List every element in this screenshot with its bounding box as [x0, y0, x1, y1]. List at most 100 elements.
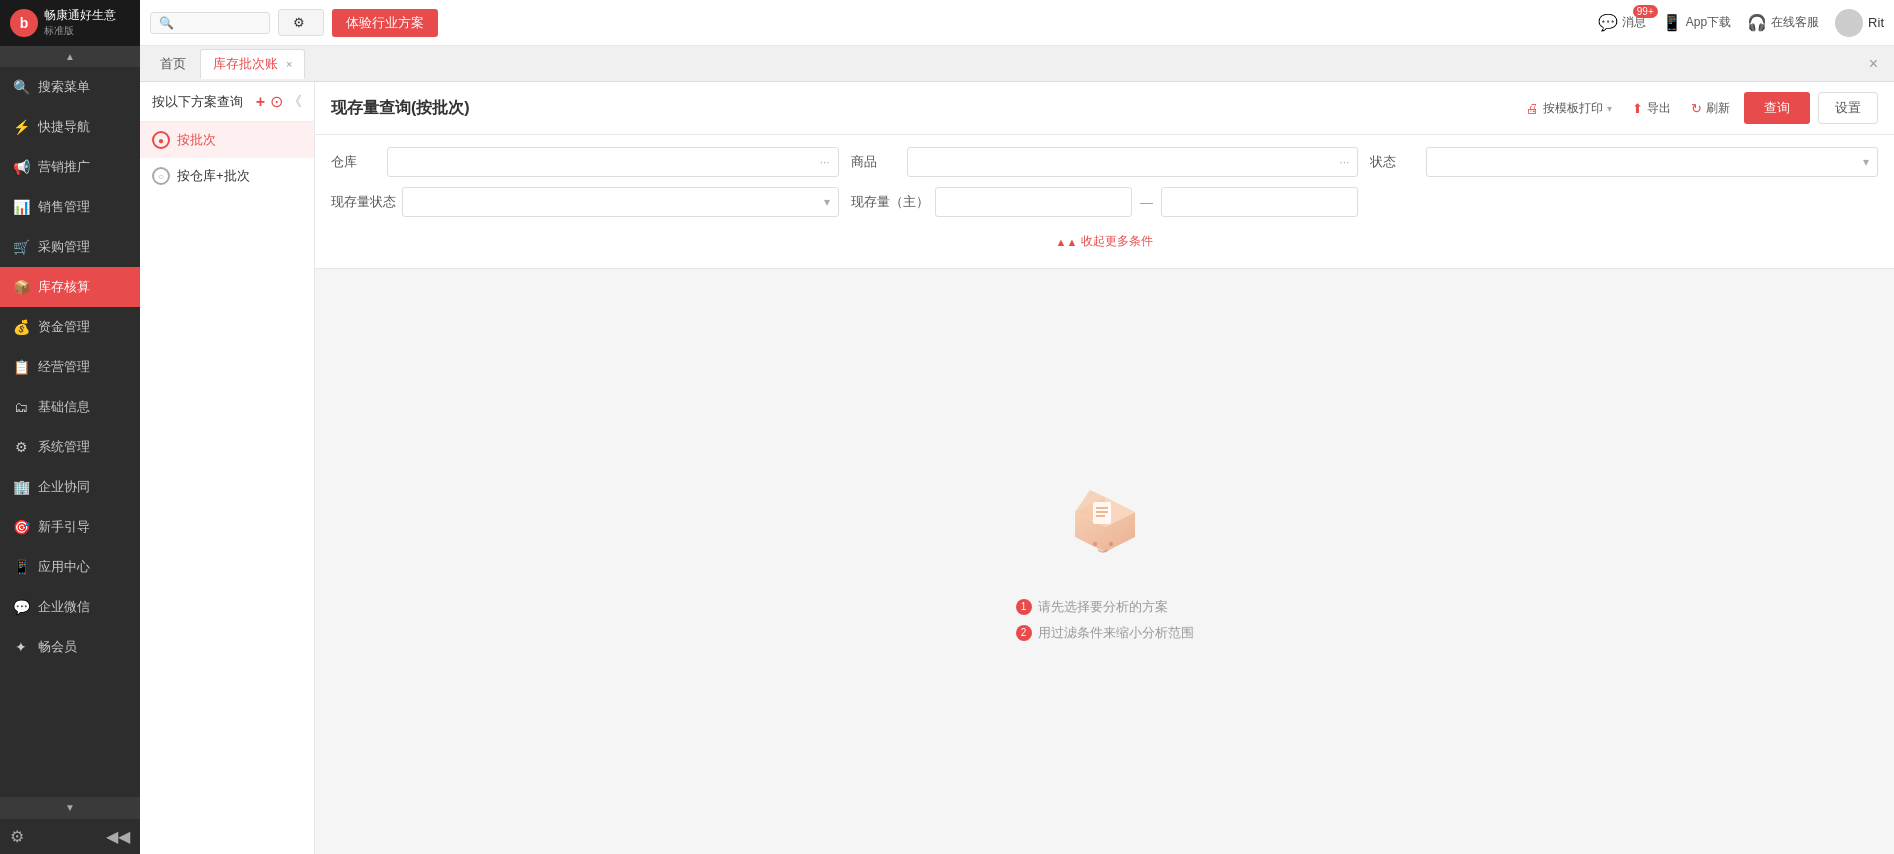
- user-avatar: [1835, 9, 1863, 37]
- filter-warehouse: 仓库 ···: [331, 147, 839, 177]
- empty-state: 1 请先选择要分析的方案 2 用过滤条件来缩小分析范围: [315, 269, 1894, 854]
- sidebar: b 畅康通好生意 标准版 ▲ 🔍 搜索菜单 ⚡ 快捷导航 📢 营销推广 📊 销售…: [0, 0, 140, 854]
- left-panel: 按以下方案查询 + ⊙ 《 ● 按批次 ○ 按仓库+批次: [140, 82, 315, 854]
- tip-num-2: 2: [1016, 625, 1032, 641]
- online-service-btn[interactable]: 🎧 在线客服: [1747, 13, 1819, 32]
- sidebar-scroll-up[interactable]: ▲: [0, 46, 140, 67]
- sidebar-item-purchase[interactable]: 🛒 采购管理: [0, 227, 140, 267]
- inventory-status-select[interactable]: ▾: [402, 187, 839, 217]
- filter-row-2: 现存量状态 ▾ 现存量（主） —: [331, 187, 1878, 217]
- sidebar-item-label: 经营管理: [38, 358, 90, 376]
- sidebar-item-search[interactable]: 🔍 搜索菜单: [0, 67, 140, 107]
- settings-button[interactable]: 设置: [1818, 92, 1878, 124]
- plan-item-by-batch[interactable]: ● 按批次: [140, 122, 314, 158]
- sidebar-item-inventory[interactable]: 📦 库存核算: [0, 267, 140, 307]
- system-icon: ⚙: [12, 438, 30, 456]
- sidebar-item-label: 采购管理: [38, 238, 90, 256]
- plan-item-by-warehouse-batch[interactable]: ○ 按仓库+批次: [140, 158, 314, 194]
- sidebar-item-member[interactable]: ✦ 畅会员: [0, 627, 140, 667]
- plan-label: 按批次: [177, 131, 216, 149]
- settings-footer-icon[interactable]: ⚙: [10, 827, 24, 846]
- quicknav-icon: ⚡: [12, 118, 30, 136]
- status-select[interactable]: ▾: [1426, 147, 1878, 177]
- right-main: 现存量查询(按批次) 🖨 按模板打印 ▾ ⬆ 导出 ↻ 刷新: [315, 82, 1894, 854]
- tab-home[interactable]: 首页: [148, 49, 198, 79]
- export-icon: ⬆: [1632, 101, 1643, 116]
- tabs-bar: 首页 库存批次账 × ×: [140, 46, 1894, 82]
- left-panel-actions: + ⊙ 《: [256, 92, 302, 111]
- warehouse-input[interactable]: ···: [387, 147, 839, 177]
- plan-settings-btn[interactable]: ⊙: [270, 92, 283, 111]
- app-download-label: App下载: [1686, 14, 1731, 31]
- export-btn[interactable]: ⬆ 导出: [1626, 97, 1677, 120]
- headset-icon: 🎧: [1747, 13, 1767, 32]
- sidebar-item-quicknav[interactable]: ⚡ 快捷导航: [0, 107, 140, 147]
- main-area: 🔍 ⚙ 体验行业方案 💬 消息 99+ 📱 App下载 🎧 在线客服: [140, 0, 1894, 854]
- product-label: 商品: [851, 153, 901, 171]
- sidebar-item-label: 快捷导航: [38, 118, 90, 136]
- sidebar-item-enterprise[interactable]: 🏢 企业协同: [0, 467, 140, 507]
- sidebar-scroll-down[interactable]: ▼: [0, 797, 140, 818]
- appcenter-icon: 📱: [12, 558, 30, 576]
- app-download-btn[interactable]: 📱 App下载: [1662, 13, 1731, 32]
- qty-range-from[interactable]: [935, 187, 1132, 217]
- topbar-left: 🔍 ⚙ 体验行业方案: [150, 9, 1590, 37]
- sidebar-item-wechat[interactable]: 💬 企业微信: [0, 587, 140, 627]
- collapse-sidebar-icon[interactable]: ◀◀: [106, 827, 130, 846]
- inventory-icon: 📦: [12, 278, 30, 296]
- filter-inventory-qty: 现存量（主） —: [851, 187, 1359, 217]
- tab-inventory-batch[interactable]: 库存批次账 ×: [200, 49, 305, 79]
- online-service-label: 在线客服: [1771, 14, 1819, 31]
- sidebar-item-marketing[interactable]: 📢 营销推广: [0, 147, 140, 187]
- svg-point-8: [1109, 542, 1113, 546]
- tip-text-2: 用过滤条件来缩小分析范围: [1038, 624, 1194, 642]
- print-btn[interactable]: 🖨 按模板打印 ▾: [1520, 97, 1618, 120]
- experience-btn[interactable]: 体验行业方案: [332, 9, 438, 37]
- qty-range-to[interactable]: [1161, 187, 1358, 217]
- marketing-icon: 📢: [12, 158, 30, 176]
- sidebar-item-sales[interactable]: 📊 销售管理: [0, 187, 140, 227]
- enterprise-icon: 🏢: [12, 478, 30, 496]
- topbar-settings-btn[interactable]: ⚙: [278, 9, 324, 36]
- purchase-icon: 🛒: [12, 238, 30, 256]
- gear-icon: ⚙: [293, 15, 305, 30]
- left-panel-header: 按以下方案查询 + ⊙ 《: [140, 82, 314, 122]
- print-dropdown-icon[interactable]: ▾: [1607, 103, 1612, 114]
- sidebar-item-newguide[interactable]: 🎯 新手引导: [0, 507, 140, 547]
- product-input[interactable]: ···: [907, 147, 1359, 177]
- newguide-icon: 🎯: [12, 518, 30, 536]
- message-icon: 💬: [1598, 13, 1618, 32]
- logo-char: b: [20, 15, 29, 31]
- app-subtitle: 标准版: [44, 24, 116, 38]
- collapse-panel-btn[interactable]: 《: [288, 93, 302, 111]
- plan-radio-active: ●: [152, 131, 170, 149]
- finance-icon: 💰: [12, 318, 30, 336]
- sidebar-item-system[interactable]: ⚙ 系统管理: [0, 427, 140, 467]
- user-profile-btn[interactable]: Rit: [1835, 9, 1884, 37]
- collapse-more-btn[interactable]: ▲▲ 收起更多条件: [331, 227, 1878, 256]
- user-name: Rit: [1868, 15, 1884, 30]
- query-button[interactable]: 查询: [1744, 92, 1810, 124]
- topbar-search-input[interactable]: [178, 16, 258, 30]
- messages-badge: 99+: [1633, 5, 1658, 18]
- refresh-btn[interactable]: ↻ 刷新: [1685, 97, 1736, 120]
- tab-close-btn[interactable]: ×: [286, 58, 292, 70]
- sidebar-item-finance[interactable]: 💰 资金管理: [0, 307, 140, 347]
- topbar-search-box[interactable]: 🔍: [150, 12, 270, 34]
- tab-panel-close-btn[interactable]: ×: [1861, 55, 1886, 73]
- member-icon: ✦: [12, 638, 30, 656]
- sidebar-item-label: 销售管理: [38, 198, 90, 216]
- sidebar-item-basic[interactable]: 🗂 基础信息: [0, 387, 140, 427]
- filter-status: 状态 ▾: [1370, 147, 1878, 177]
- sidebar-item-operation[interactable]: 📋 经营管理: [0, 347, 140, 387]
- sidebar-item-appcenter[interactable]: 📱 应用中心: [0, 547, 140, 587]
- empty-illustration: [1055, 482, 1155, 582]
- basic-icon: 🗂: [12, 398, 30, 416]
- page-title: 现存量查询(按批次): [331, 98, 470, 119]
- svg-rect-3: [1093, 502, 1111, 524]
- add-plan-btn[interactable]: +: [256, 93, 265, 111]
- tip-text-1: 请先选择要分析的方案: [1038, 598, 1168, 616]
- filter-area: 仓库 ··· 商品 ··· 状态: [315, 135, 1894, 269]
- wechat-icon: 💬: [12, 598, 30, 616]
- messages-btn[interactable]: 💬 消息 99+: [1598, 13, 1646, 32]
